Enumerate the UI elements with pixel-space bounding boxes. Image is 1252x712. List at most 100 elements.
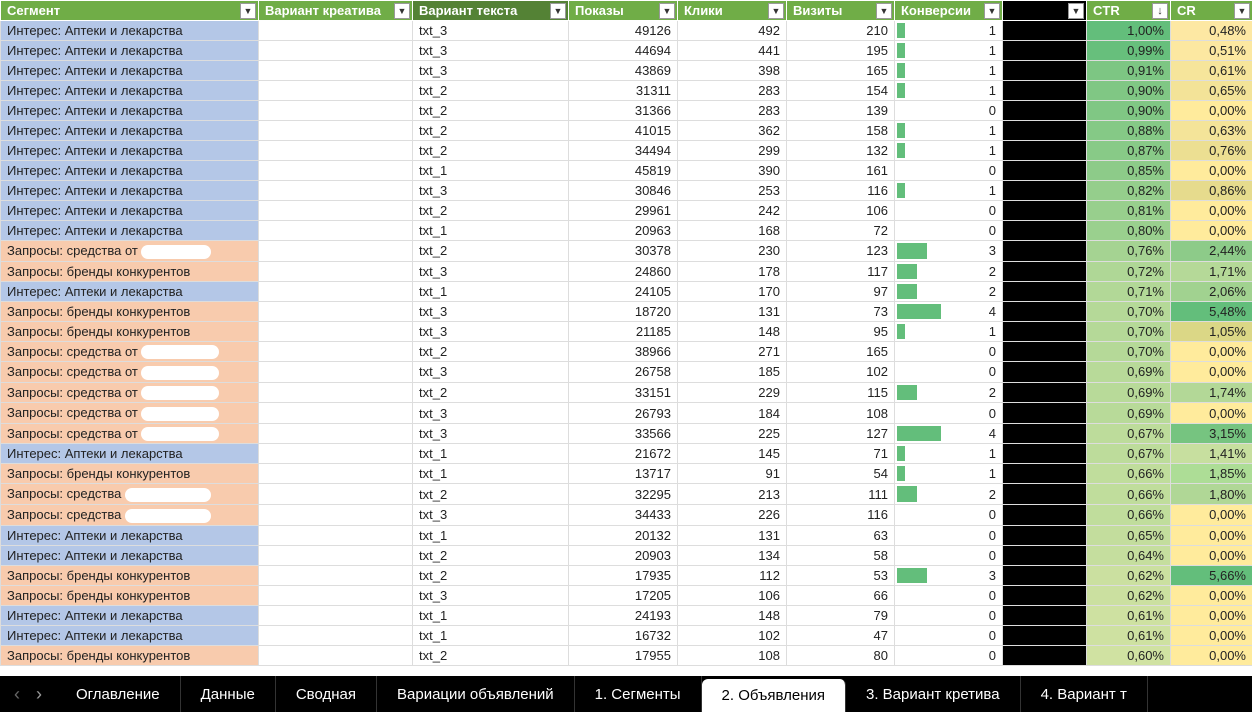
filter-segment[interactable]: [240, 3, 256, 19]
cell-impressions[interactable]: 43869: [569, 61, 678, 81]
table-row[interactable]: Запросы: бренды конкурентовtxt_217935112…: [1, 565, 1252, 585]
cell-ctr[interactable]: 0,66%: [1087, 484, 1171, 505]
table-row[interactable]: Интерес: Аптеки и лекарстваtxt_124105170…: [1, 281, 1252, 301]
cell-visits[interactable]: 80: [787, 645, 895, 665]
cell-segment[interactable]: Интерес: Аптеки и лекарства: [1, 101, 259, 121]
cell-impressions[interactable]: 29961: [569, 201, 678, 221]
cell-ctr[interactable]: 0,67%: [1087, 423, 1171, 444]
cell-segment[interactable]: Интерес: Аптеки и лекарства: [1, 221, 259, 241]
cell-conversions[interactable]: 1: [895, 181, 1003, 201]
cell-text[interactable]: txt_2: [413, 81, 569, 101]
filter-cr[interactable]: [1234, 3, 1250, 19]
cell-cr[interactable]: 0,00%: [1171, 585, 1252, 605]
cell-cr[interactable]: 1,41%: [1171, 444, 1252, 464]
cell-segment[interactable]: Запросы: средства от: [1, 241, 259, 262]
table-row[interactable]: Интерес: Аптеки и лекарстваtxt_145819390…: [1, 161, 1252, 181]
cell-cr[interactable]: 2,44%: [1171, 241, 1252, 262]
cell-creative[interactable]: [259, 21, 413, 41]
cell-creative[interactable]: [259, 525, 413, 545]
cell-segment[interactable]: Интерес: Аптеки и лекарства: [1, 545, 259, 565]
cell-text[interactable]: txt_2: [413, 565, 569, 585]
sheet-tab[interactable]: Вариации объявлений: [377, 676, 575, 712]
cell-visits[interactable]: 116: [787, 504, 895, 525]
cell-ctr[interactable]: 1,00%: [1087, 21, 1171, 41]
cell-text[interactable]: txt_1: [413, 625, 569, 645]
cell-segment[interactable]: Интерес: Аптеки и лекарства: [1, 41, 259, 61]
cell-visits[interactable]: 97: [787, 281, 895, 301]
cell-conversions[interactable]: 4: [895, 301, 1003, 321]
cell-cr[interactable]: 0,65%: [1171, 81, 1252, 101]
cell-impressions[interactable]: 33566: [569, 423, 678, 444]
col-ctr[interactable]: CTR: [1087, 1, 1171, 21]
cell-conversions[interactable]: 1: [895, 444, 1003, 464]
cell-clicks[interactable]: 390: [678, 161, 787, 181]
cell-visits[interactable]: 165: [787, 341, 895, 362]
cell-impressions[interactable]: 24105: [569, 281, 678, 301]
cell-impressions[interactable]: 33151: [569, 382, 678, 403]
col-visits[interactable]: Визиты: [787, 1, 895, 21]
cell-text[interactable]: txt_3: [413, 61, 569, 81]
cell-creative[interactable]: [259, 301, 413, 321]
cell-creative[interactable]: [259, 645, 413, 665]
cell-text[interactable]: txt_3: [413, 41, 569, 61]
cell-segment[interactable]: Интерес: Аптеки и лекарства: [1, 525, 259, 545]
cell-segment[interactable]: Запросы: средства: [1, 504, 259, 525]
cell-cr[interactable]: 1,05%: [1171, 321, 1252, 341]
cell-creative[interactable]: [259, 585, 413, 605]
cell-clicks[interactable]: 148: [678, 605, 787, 625]
col-creative[interactable]: Вариант креатива: [259, 1, 413, 21]
cell-visits[interactable]: 106: [787, 201, 895, 221]
sort-ctr[interactable]: [1152, 3, 1168, 19]
cell-creative[interactable]: [259, 101, 413, 121]
cell-clicks[interactable]: 185: [678, 362, 787, 383]
cell-creative[interactable]: [259, 565, 413, 585]
col-conversions[interactable]: Конверсии: [895, 1, 1003, 21]
cell-text[interactable]: txt_3: [413, 321, 569, 341]
cell-ctr[interactable]: 0,61%: [1087, 605, 1171, 625]
cell-segment[interactable]: Запросы: средства от: [1, 423, 259, 444]
cell-visits[interactable]: 54: [787, 464, 895, 484]
sheet-tab[interactable]: Данные: [181, 676, 276, 712]
cell-visits[interactable]: 53: [787, 565, 895, 585]
cell-clicks[interactable]: 134: [678, 545, 787, 565]
cell-text[interactable]: txt_2: [413, 101, 569, 121]
cell-visits[interactable]: 117: [787, 261, 895, 281]
cell-clicks[interactable]: 106: [678, 585, 787, 605]
cell-impressions[interactable]: 45819: [569, 161, 678, 181]
cell-visits[interactable]: 115: [787, 382, 895, 403]
cell-cr[interactable]: 0,51%: [1171, 41, 1252, 61]
cell-cr[interactable]: 0,00%: [1171, 161, 1252, 181]
cell-impressions[interactable]: 17935: [569, 565, 678, 585]
cell-text[interactable]: txt_3: [413, 403, 569, 424]
cell-ctr[interactable]: 0,80%: [1087, 221, 1171, 241]
cell-clicks[interactable]: 226: [678, 504, 787, 525]
table-row[interactable]: Запросы: бренды конкурентовtxt_318720131…: [1, 301, 1252, 321]
cell-impressions[interactable]: 49126: [569, 21, 678, 41]
cell-ctr[interactable]: 0,65%: [1087, 525, 1171, 545]
cell-cr[interactable]: 1,80%: [1171, 484, 1252, 505]
cell-segment[interactable]: Запросы: бренды конкурентов: [1, 645, 259, 665]
cell-cr[interactable]: 2,06%: [1171, 281, 1252, 301]
cell-visits[interactable]: 58: [787, 545, 895, 565]
cell-text[interactable]: txt_2: [413, 121, 569, 141]
cell-cr[interactable]: 0,63%: [1171, 121, 1252, 141]
cell-ctr[interactable]: 0,82%: [1087, 181, 1171, 201]
cell-impressions[interactable]: 21185: [569, 321, 678, 341]
cell-cr[interactable]: 0,76%: [1171, 141, 1252, 161]
cell-creative[interactable]: [259, 141, 413, 161]
col-impressions[interactable]: Показы: [569, 1, 678, 21]
cell-impressions[interactable]: 24860: [569, 261, 678, 281]
cell-visits[interactable]: 165: [787, 61, 895, 81]
cell-cr[interactable]: 0,00%: [1171, 525, 1252, 545]
cell-creative[interactable]: [259, 81, 413, 101]
table-row[interactable]: Интерес: Аптеки и лекарстваtxt_349126492…: [1, 21, 1252, 41]
table-row[interactable]: Интерес: Аптеки и лекарстваtxt_116732102…: [1, 625, 1252, 645]
cell-text[interactable]: txt_3: [413, 585, 569, 605]
cell-creative[interactable]: [259, 625, 413, 645]
cell-segment[interactable]: Интерес: Аптеки и лекарства: [1, 181, 259, 201]
cell-ctr[interactable]: 0,64%: [1087, 545, 1171, 565]
table-row[interactable]: Запросы: средства от txt_32679318410800,…: [1, 403, 1252, 424]
filter-clicks[interactable]: [768, 3, 784, 19]
cell-impressions[interactable]: 30378: [569, 241, 678, 262]
cell-segment[interactable]: Интерес: Аптеки и лекарства: [1, 21, 259, 41]
